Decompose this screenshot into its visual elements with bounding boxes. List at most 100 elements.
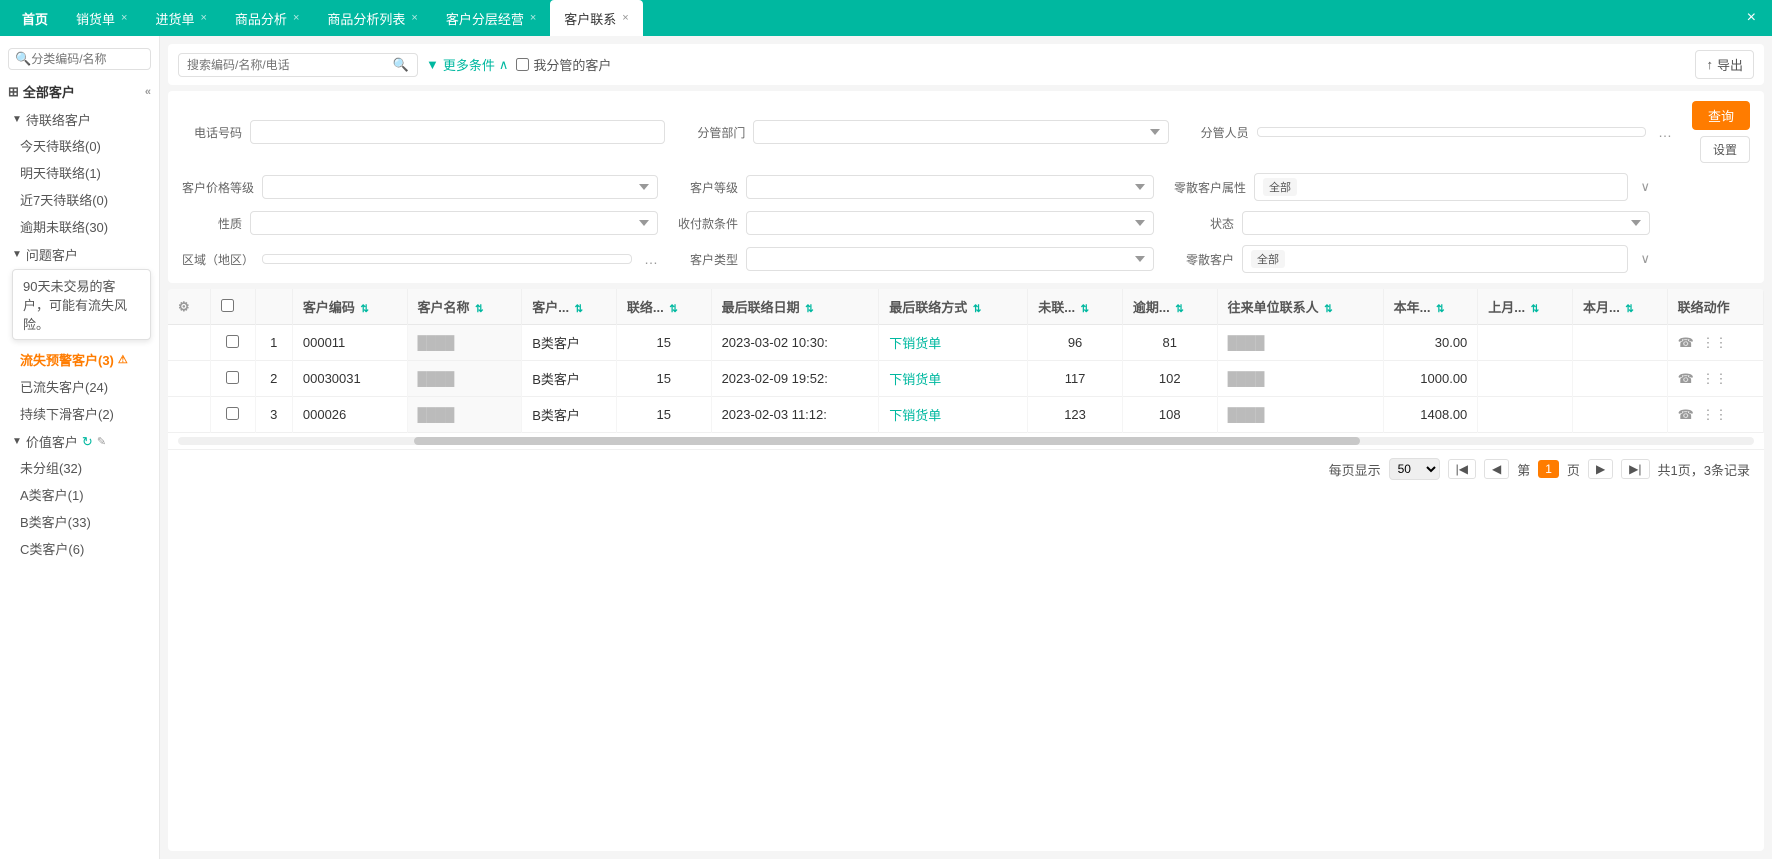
gear-icon[interactable]: ⚙ <box>178 299 190 314</box>
sidebar-all-customers[interactable]: ⊞ 全部客户 « <box>0 78 159 105</box>
filter-customer-type-select[interactable] <box>746 247 1154 271</box>
row-contact-action[interactable]: ☎ ⋮⋮ <box>1667 325 1763 361</box>
action-more-icon[interactable]: ⋮⋮ <box>1701 407 1727 422</box>
sidebar-item-class-a[interactable]: A类客户(1) <box>0 481 159 508</box>
filter-payment-select[interactable] <box>746 211 1154 235</box>
col-customer-name[interactable]: 客户名称 ⇅ <box>407 289 522 325</box>
col-checkbox[interactable] <box>210 289 255 325</box>
col-customer-code[interactable]: 客户编码 ⇅ <box>292 289 407 325</box>
col-last-contact-method[interactable]: 最后联络方式 ⇅ <box>879 289 1028 325</box>
next-page-button[interactable]: ▶ <box>1588 459 1613 479</box>
my-customers-checkbox[interactable] <box>516 58 529 71</box>
tab-customer-layer[interactable]: 客户分层经营 × <box>432 0 550 36</box>
row-contact-action[interactable]: ☎ ⋮⋮ <box>1667 361 1763 397</box>
last-page-button[interactable]: ▶| <box>1621 459 1649 479</box>
refresh-value-icon[interactable]: ↻ <box>82 434 93 450</box>
sidebar-item-churned[interactable]: 已流失客户(24) <box>0 373 159 400</box>
row-checkbox[interactable] <box>226 335 239 348</box>
prev-page-button[interactable]: ◀ <box>1484 459 1509 479</box>
row-last-method-link[interactable]: 下销货单 <box>889 372 941 387</box>
col-last-month[interactable]: 上月... ⇅ <box>1478 289 1573 325</box>
sidebar-search-input[interactable] <box>31 52 144 66</box>
row-checkbox[interactable] <box>226 407 239 420</box>
tab-purchase[interactable]: 进货单 × <box>141 0 220 36</box>
sidebar-item-class-c[interactable]: C类客户(6) <box>0 535 159 562</box>
close-tab-customer-contact[interactable]: × <box>622 12 628 24</box>
settings-button[interactable]: 设置 <box>1700 136 1750 163</box>
sidebar-item-churn-warning[interactable]: 流失预警客户(3) ⚠ <box>0 346 159 373</box>
row-checkbox[interactable] <box>226 371 239 384</box>
action-more-icon[interactable]: ⋮⋮ <box>1701 371 1727 386</box>
sidebar-item-overdue-pending[interactable]: 逾期未联络(30) <box>0 213 159 240</box>
close-tab-goods-analysis[interactable]: × <box>293 12 299 24</box>
filter-customer-level-select[interactable] <box>746 175 1154 199</box>
tab-goods-analysis[interactable]: 商品分析 × <box>221 0 313 36</box>
filter-region-dots[interactable]: … <box>644 251 658 267</box>
action-phone-icon[interactable]: ☎ <box>1678 371 1694 386</box>
filter-manager-input[interactable] <box>1257 127 1646 137</box>
col-last-contact-date[interactable]: 最后联络日期 ⇅ <box>711 289 879 325</box>
toolbar-search-input[interactable] <box>187 58 393 72</box>
tab-goods-analysis-list[interactable]: 商品分析列表 × <box>313 0 431 36</box>
scrollbar-track[interactable] <box>178 437 1754 445</box>
query-button[interactable]: 查询 <box>1692 101 1750 130</box>
sidebar-group-pending[interactable]: ▼ 待联络客户 <box>0 105 159 132</box>
filter-manager-dots[interactable]: … <box>1658 124 1672 140</box>
filter-price-level-select[interactable] <box>262 175 658 199</box>
select-all-checkbox[interactable] <box>221 299 234 312</box>
row-checkbox-cell[interactable] <box>210 325 255 361</box>
my-customers-checkbox-wrap[interactable]: 我分管的客户 <box>516 55 611 74</box>
tab-home[interactable]: 首页 <box>8 0 62 36</box>
col-customer-type[interactable]: 客户... ⇅ <box>522 289 617 325</box>
filter-scatter-customer-wrap[interactable]: 全部 <box>1242 245 1628 273</box>
sidebar-item-class-b[interactable]: B类客户(33) <box>0 508 159 535</box>
sidebar-item-tomorrow-pending[interactable]: 明天待联络(1) <box>0 159 159 186</box>
row-last-method[interactable]: 下销货单 <box>879 361 1028 397</box>
row-last-method-link[interactable]: 下销货单 <box>889 336 941 351</box>
row-last-method[interactable]: 下销货单 <box>879 397 1028 433</box>
col-uncontacted[interactable]: 未联... ⇅ <box>1028 289 1123 325</box>
horizontal-scrollbar[interactable] <box>168 433 1764 449</box>
filter-region-input[interactable] <box>262 254 632 264</box>
filter-dept-select[interactable] <box>753 120 1168 144</box>
col-contact[interactable]: 联络... ⇅ <box>616 289 711 325</box>
tab-customer-contact[interactable]: 客户联系 × <box>550 0 642 36</box>
col-settings[interactable]: ⚙ <box>168 289 210 325</box>
filter-status-select[interactable] <box>1242 211 1650 235</box>
row-last-method-link[interactable]: 下销货单 <box>889 408 941 423</box>
close-tab-sales[interactable]: × <box>121 12 127 24</box>
col-this-month[interactable]: 本月... ⇅ <box>1572 289 1667 325</box>
sidebar-item-ungrouped[interactable]: 未分组(32) <box>0 454 159 481</box>
tab-sales[interactable]: 销货单 × <box>62 0 141 36</box>
filter-nature-select[interactable] <box>250 211 658 235</box>
sidebar-search-box[interactable]: 🔍 <box>8 48 151 70</box>
filter-phone-input[interactable] <box>250 120 665 144</box>
col-overdue[interactable]: 逾期... ⇅ <box>1122 289 1217 325</box>
row-contact-action[interactable]: ☎ ⋮⋮ <box>1667 397 1763 433</box>
row-checkbox-cell[interactable] <box>210 397 255 433</box>
row-last-method[interactable]: 下销货单 <box>879 325 1028 361</box>
sidebar-item-declining[interactable]: 持续下滑客户(2) <box>0 400 159 427</box>
collapse-sidebar-icon[interactable]: « <box>145 86 151 98</box>
per-page-select[interactable]: 50 100 <box>1389 458 1440 480</box>
export-button[interactable]: ↑ 导出 <box>1695 50 1754 79</box>
row-checkbox-cell[interactable] <box>210 361 255 397</box>
sidebar-item-today-pending[interactable]: 今天待联络(0) <box>0 132 159 159</box>
action-phone-icon[interactable]: ☎ <box>1678 407 1694 422</box>
edit-value-icon[interactable]: ✎ <box>97 435 106 448</box>
toolbar-search-box[interactable]: 🔍 <box>178 53 418 77</box>
toolbar-search-icon[interactable]: 🔍 <box>393 57 409 73</box>
close-tab-goods-analysis-list[interactable]: × <box>411 12 417 24</box>
action-more-icon[interactable]: ⋮⋮ <box>1701 335 1727 350</box>
close-tab-purchase[interactable]: × <box>200 12 206 24</box>
close-tab-customer-layer[interactable]: × <box>530 12 536 24</box>
filter-more-button[interactable]: ▼ 更多条件 ∧ <box>426 55 508 74</box>
sidebar-item-7day-pending[interactable]: 近7天待联络(0) <box>0 186 159 213</box>
filter-scatter-attr-wrap[interactable]: 全部 <box>1254 173 1628 201</box>
close-all-button[interactable]: × <box>1739 9 1764 27</box>
action-phone-icon[interactable]: ☎ <box>1678 335 1694 350</box>
scrollbar-thumb[interactable] <box>414 437 1360 445</box>
first-page-button[interactable]: |◀ <box>1448 459 1476 479</box>
sidebar-group-value[interactable]: ▼ 价值客户 ↻ ✎ <box>0 427 159 454</box>
col-this-year[interactable]: 本年... ⇅ <box>1383 289 1478 325</box>
